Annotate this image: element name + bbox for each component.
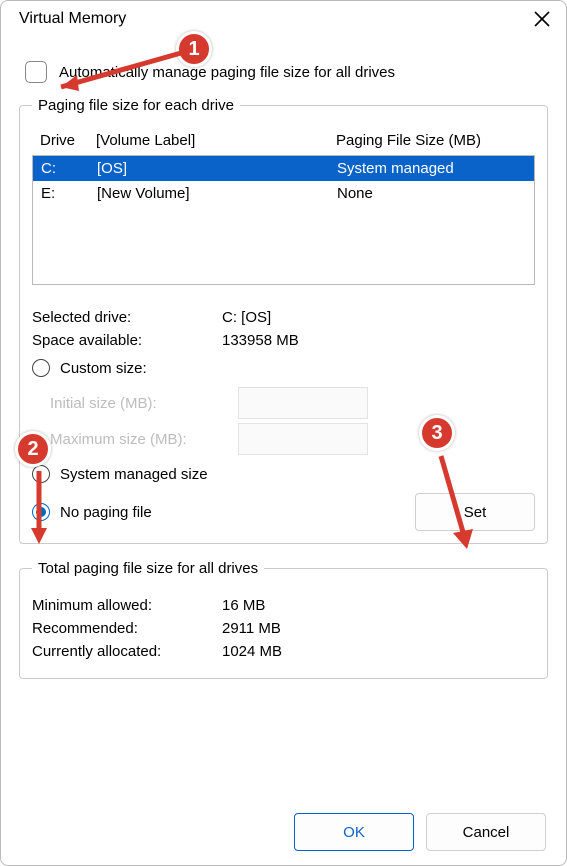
system-managed-label: System managed size [60,466,208,483]
selected-drive-label: Selected drive: [32,309,222,326]
initial-size-label: Initial size (MB): [50,395,230,412]
drive-list-header: Drive [Volume Label] Paging File Size (M… [32,128,535,155]
list-item[interactable]: E: [New Volume] None [33,181,534,206]
system-managed-radio[interactable] [32,465,50,483]
space-available-label: Space available: [32,332,222,349]
no-paging-label: No paging file [60,504,152,521]
custom-size-radio[interactable] [32,359,50,377]
space-available-value: 133958 MB [222,332,299,349]
list-item[interactable]: C: [OS] System managed [33,156,534,181]
col-volume-label: [Volume Label] [96,132,296,149]
set-button[interactable]: Set [415,493,535,531]
col-drive: Drive [40,132,96,149]
currently-allocated-label: Currently allocated: [32,643,222,660]
totals-legend: Total paging file size for all drives [32,560,264,577]
close-icon[interactable] [532,9,552,29]
maximum-size-input [238,423,368,455]
recommended-label: Recommended: [32,620,222,637]
drive-group: Paging file size for each drive Drive [V… [19,97,548,544]
window-title: Virtual Memory [19,10,126,28]
min-allowed-label: Minimum allowed: [32,597,222,614]
initial-size-input [238,387,368,419]
drive-cell: C: [41,160,97,177]
recommended-value: 2911 MB [222,620,281,637]
auto-manage-label: Automatically manage paging file size fo… [59,64,395,81]
size-cell: None [297,185,526,202]
label-cell: [OS] [97,160,297,177]
maximum-size-label: Maximum size (MB): [50,431,230,448]
size-cell: System managed [297,160,526,177]
col-paging-size: Paging File Size (MB) [296,132,527,149]
totals-group: Total paging file size for all drives Mi… [19,560,548,679]
currently-allocated-value: 1024 MB [222,643,282,660]
min-allowed-value: 16 MB [222,597,265,614]
custom-size-label: Custom size: [60,360,147,377]
drive-cell: E: [41,185,97,202]
label-cell: [New Volume] [97,185,297,202]
auto-manage-checkbox[interactable] [25,61,47,83]
drive-list[interactable]: C: [OS] System managed E: [New Volume] N… [32,155,535,285]
cancel-button[interactable]: Cancel [426,813,546,851]
drive-group-legend: Paging file size for each drive [32,97,240,114]
no-paging-radio[interactable] [32,503,50,521]
selected-drive-value: C: [OS] [222,309,271,326]
title-bar: Virtual Memory [1,1,566,39]
ok-button[interactable]: OK [294,813,414,851]
